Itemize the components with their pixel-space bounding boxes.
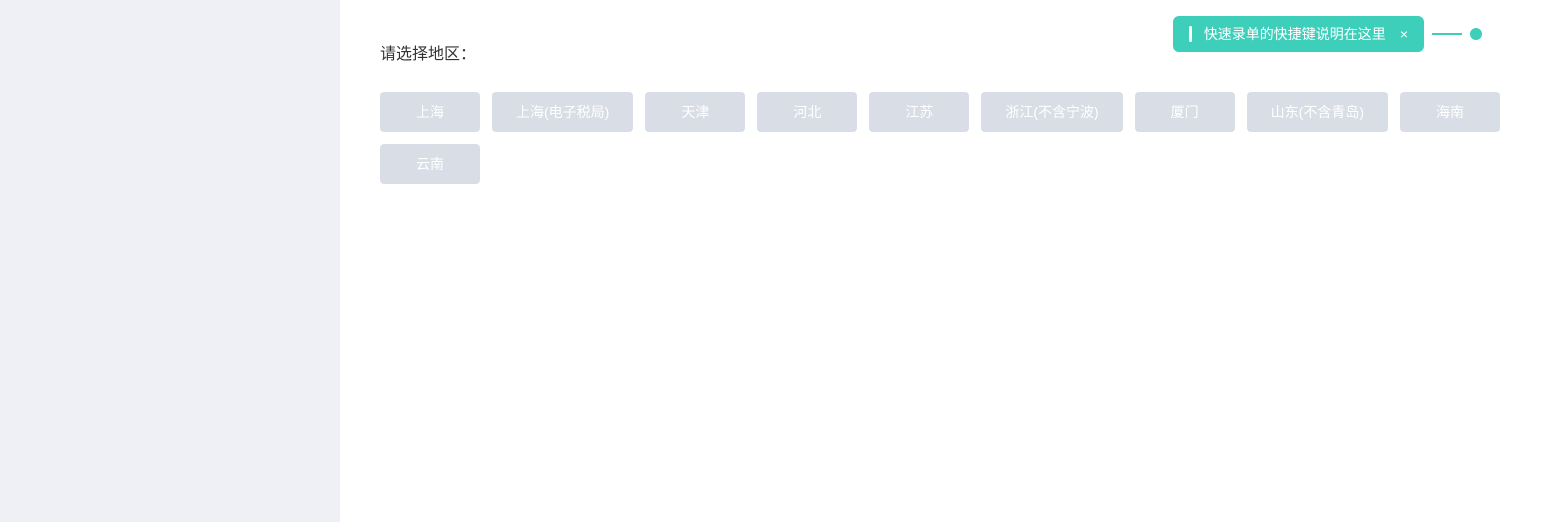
- tooltip-bubble: 快速录单的快捷键说明在这里 ×: [1173, 16, 1424, 52]
- region-btn-tianjin[interactable]: 天津: [645, 92, 745, 132]
- region-btn-hainan[interactable]: 海南: [1400, 92, 1500, 132]
- region-btn-yunnan[interactable]: 云南: [380, 144, 480, 184]
- region-btn-zhejiang[interactable]: 浙江(不含宁波): [981, 92, 1122, 132]
- region-btn-jiangsu[interactable]: 江苏: [869, 92, 969, 132]
- tooltip-dot: [1470, 28, 1482, 40]
- region-btn-shanghai-etax[interactable]: 上海(电子税局): [492, 92, 633, 132]
- tooltip-close-button[interactable]: ×: [1400, 26, 1408, 42]
- region-buttons-container: 上海上海(电子税局) 天津河北江苏浙江(不含宁波) 厦门山东(不含青岛) 海南云南: [380, 92, 1522, 184]
- region-btn-shanghai[interactable]: 上海: [380, 92, 480, 132]
- region-btn-hebei[interactable]: 河北: [757, 92, 857, 132]
- main-content: 请选择地区： 上海上海(电子税局)天津河北江苏浙江(不含宁波)厦门山东(不含青岛…: [340, 0, 1562, 522]
- left-sidebar: [0, 0, 340, 522]
- region-btn-xiamen[interactable]: 厦门: [1135, 92, 1235, 132]
- tooltip-text: 快速录单的快捷键说明在这里: [1204, 24, 1386, 44]
- region-btn-shandong[interactable]: 山东(不含青岛): [1247, 92, 1388, 132]
- tooltip-line: [1432, 33, 1462, 35]
- tooltip-container: 快速录单的快捷键说明在这里 ×: [1173, 16, 1482, 52]
